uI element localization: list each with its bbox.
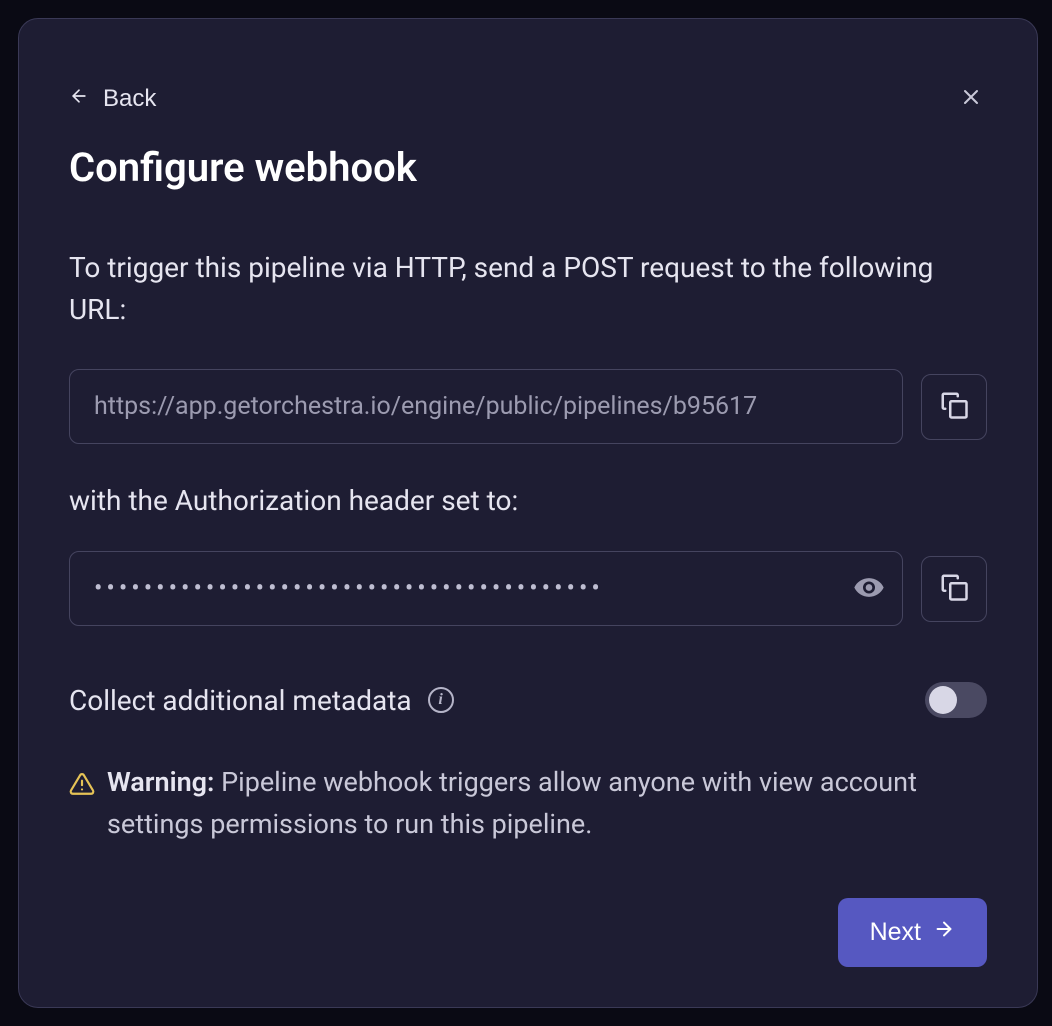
auth-label: with the Authorization header set to: bbox=[69, 484, 987, 517]
auth-header-input[interactable] bbox=[69, 551, 903, 626]
back-label: Back bbox=[103, 85, 156, 113]
auth-input-wrap bbox=[69, 551, 903, 626]
metadata-label-wrap: Collect additional metadata i bbox=[69, 684, 454, 717]
modal-header: Back bbox=[69, 81, 987, 116]
warning-text: Warning: Pipeline webhook triggers allow… bbox=[107, 762, 987, 846]
toggle-knob bbox=[929, 686, 957, 714]
url-input-wrap bbox=[69, 369, 903, 444]
close-button[interactable] bbox=[955, 81, 987, 116]
arrow-left-icon bbox=[69, 85, 89, 113]
close-icon bbox=[959, 97, 983, 112]
reveal-auth-button[interactable] bbox=[853, 571, 885, 606]
warning-body: Pipeline webhook triggers allow anyone w… bbox=[107, 766, 917, 840]
metadata-row: Collect additional metadata i bbox=[69, 682, 987, 718]
warning-row: Warning: Pipeline webhook triggers allow… bbox=[69, 762, 987, 846]
auth-field-row bbox=[69, 551, 987, 626]
copy-url-button[interactable] bbox=[921, 374, 987, 440]
webhook-url-input[interactable] bbox=[69, 369, 903, 444]
modal-title: Configure webhook bbox=[69, 144, 987, 191]
copy-icon bbox=[939, 390, 969, 423]
instruction-text: To trigger this pipeline via HTTP, send … bbox=[69, 247, 987, 331]
back-button[interactable]: Back bbox=[69, 85, 156, 113]
configure-webhook-modal: Back Configure webhook To trigger this p… bbox=[18, 18, 1038, 1008]
copy-icon bbox=[939, 572, 969, 605]
modal-footer: Next bbox=[69, 858, 987, 967]
metadata-toggle[interactable] bbox=[925, 682, 987, 718]
copy-auth-button[interactable] bbox=[921, 556, 987, 622]
url-field-row bbox=[69, 369, 987, 444]
metadata-label: Collect additional metadata bbox=[69, 684, 412, 717]
warning-prefix: Warning: bbox=[107, 766, 214, 798]
info-icon[interactable]: i bbox=[428, 687, 454, 713]
arrow-right-icon bbox=[933, 918, 955, 947]
eye-icon bbox=[853, 571, 885, 606]
next-button[interactable]: Next bbox=[838, 898, 987, 967]
next-label: Next bbox=[870, 918, 921, 947]
warning-icon bbox=[69, 768, 95, 810]
